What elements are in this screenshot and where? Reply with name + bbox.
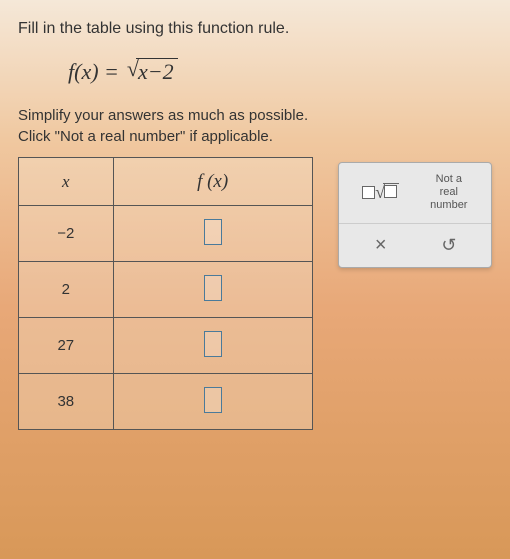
simplify-instructions: Simplify your answers as much as possibl… [18,105,492,147]
table-row: 38 [19,374,313,430]
instruction-text: Fill in the table using this function ru… [18,20,492,38]
sqrt-radical-icon: √ [375,183,399,203]
table-row: −2 [19,206,313,262]
close-icon: × [375,234,387,256]
function-rule: f(x) = √ x−2 [68,58,492,85]
table-row: 27 [19,318,313,374]
table-row: 2 [19,262,313,318]
x-value: −2 [19,206,114,262]
answer-input[interactable] [204,219,222,245]
x-value: 27 [19,318,114,374]
not-real-button[interactable]: Not a real number [430,173,467,213]
simplify-line-1: Simplify your answers as much as possibl… [18,105,492,126]
sqrt-coef-box-icon [362,186,375,199]
x-value: 38 [19,374,114,430]
function-table: x f (x) −2 2 27 38 [18,157,313,430]
answer-input[interactable] [204,331,222,357]
fx-cell [113,374,312,430]
simplify-line-2: Click "Not a real number" if applicable. [18,126,492,147]
header-fx: f (x) [113,158,312,206]
fx-cell [113,206,312,262]
sqrt-tool-button[interactable]: √ [362,183,399,203]
tool-row-top: √ Not a real number [339,163,491,224]
sqrt-expression: √ x−2 [127,58,178,85]
answer-input[interactable] [204,275,222,301]
fx-cell [113,262,312,318]
undo-icon: ↺ [441,235,456,255]
x-value: 2 [19,262,114,318]
fx-cell [113,318,312,374]
tool-panel: √ Not a real number × ↺ [338,162,492,268]
header-x: x [19,158,114,206]
tool-row-bottom: × ↺ [339,224,491,267]
clear-button[interactable]: × [361,234,401,257]
radicand: x−2 [136,58,178,85]
undo-button[interactable]: ↺ [429,235,469,256]
answer-input[interactable] [204,387,222,413]
formula-lhs: f(x) = [68,59,119,85]
